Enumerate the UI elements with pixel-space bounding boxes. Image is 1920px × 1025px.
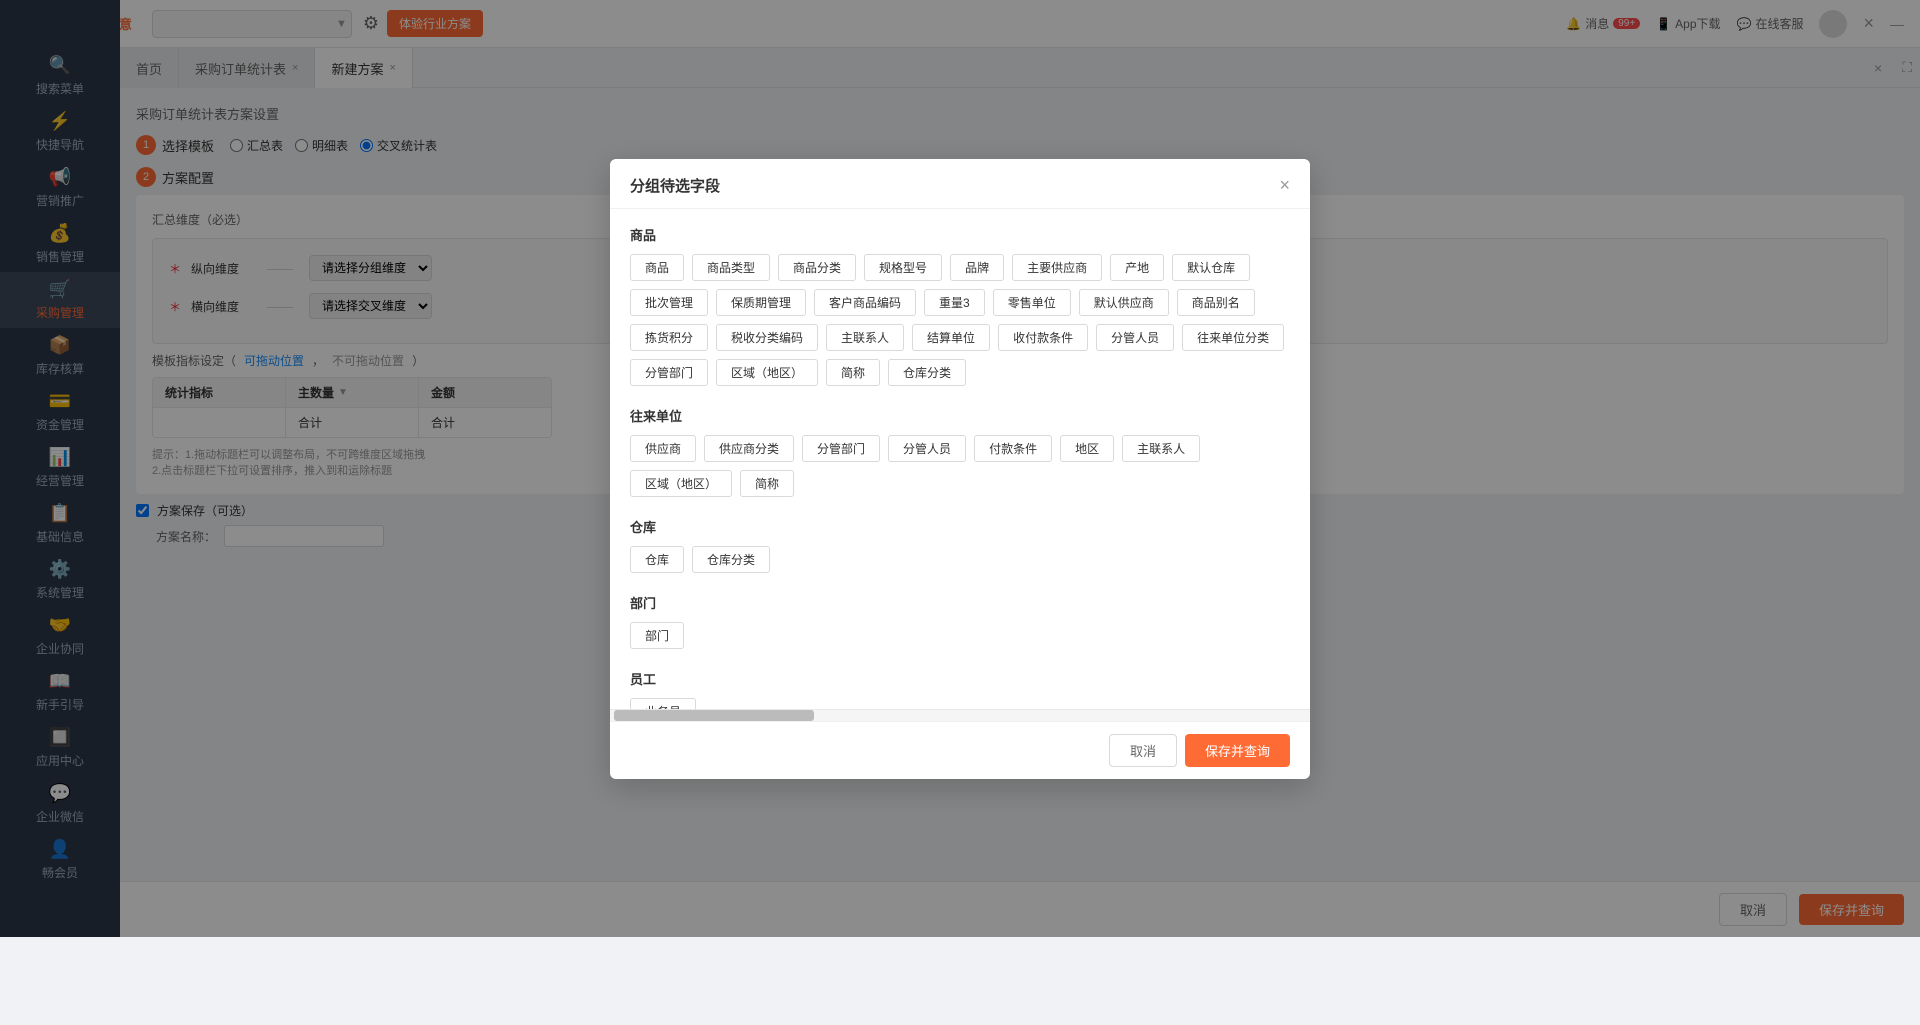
modal-save-btn[interactable]: 保存并查询 <box>1185 734 1290 767</box>
field-group-employee: 员工业务员 <box>630 669 1290 709</box>
field-tag[interactable]: 批次管理 <box>630 289 708 316</box>
field-tag[interactable]: 税收分类编码 <box>716 324 818 351</box>
field-group-title-department: 部门 <box>630 593 1290 612</box>
field-group-partner: 往来单位供应商供应商分类分管部门分管人员付款条件地区主联系人区域（地区） 简称 <box>630 406 1290 497</box>
field-tag[interactable]: 商品分类 <box>778 254 856 281</box>
field-tag[interactable]: 区域（地区） <box>630 470 732 497</box>
field-tag[interactable]: 商品别名 <box>1177 289 1255 316</box>
modal-footer: 取消 保存并查询 <box>610 721 1310 779</box>
field-group-warehouse: 仓库仓库仓库分类 <box>630 517 1290 573</box>
field-tag[interactable]: 默认供应商 <box>1079 289 1169 316</box>
modal-title: 分组待选字段 <box>630 175 720 196</box>
field-tag[interactable]: 仓库分类 <box>692 546 770 573</box>
field-group-product: 商品商品商品类型商品分类规格型号品牌主要供应商产地默认仓库批次管理保质期管理客户… <box>630 225 1290 386</box>
field-tag[interactable]: 零售单位 <box>993 289 1071 316</box>
modal: 分组待选字段 × 商品商品商品类型商品分类规格型号品牌主要供应商产地默认仓库批次… <box>610 159 1310 779</box>
field-tags-partner: 供应商供应商分类分管部门分管人员付款条件地区主联系人区域（地区） 简称 <box>630 435 1290 497</box>
field-tag[interactable]: 供应商 <box>630 435 696 462</box>
field-tag[interactable]: 仓库分类 <box>888 359 966 386</box>
field-tag[interactable]: 区域（地区） <box>716 359 818 386</box>
field-tag[interactable]: 往来单位分类 <box>1182 324 1284 351</box>
field-tag[interactable]: 主要供应商 <box>1012 254 1102 281</box>
field-tag[interactable]: 拣货积分 <box>630 324 708 351</box>
modal-close-btn[interactable]: × <box>1279 175 1290 196</box>
field-tag[interactable]: 重量3 <box>924 289 985 316</box>
modal-header: 分组待选字段 × <box>610 159 1310 209</box>
field-tag[interactable]: 供应商分类 <box>704 435 794 462</box>
field-tag[interactable]: 主联系人 <box>1122 435 1200 462</box>
field-tag[interactable]: 产地 <box>1110 254 1164 281</box>
field-tag[interactable]: 分管人员 <box>888 435 966 462</box>
field-group-department: 部门部门 <box>630 593 1290 649</box>
field-tags-department: 部门 <box>630 622 1290 649</box>
field-tag[interactable]: 仓库 <box>630 546 684 573</box>
field-group-title-product: 商品 <box>630 225 1290 244</box>
field-tag[interactable]: 业务员 <box>630 698 696 709</box>
field-tag[interactable]: 结算单位 <box>912 324 990 351</box>
modal-hscroll[interactable] <box>610 709 1310 721</box>
field-tags-employee: 业务员 <box>630 698 1290 709</box>
field-tag[interactable]: 客户商品编码 <box>814 289 916 316</box>
field-tag[interactable]: 主联系人 <box>826 324 904 351</box>
modal-body: 商品商品商品类型商品分类规格型号品牌主要供应商产地默认仓库批次管理保质期管理客户… <box>610 209 1310 709</box>
field-tag[interactable]: 分管部门 <box>630 359 708 386</box>
field-group-title-partner: 往来单位 <box>630 406 1290 425</box>
field-tag[interactable]: 商品类型 <box>692 254 770 281</box>
field-tag[interactable]: 收付款条件 <box>998 324 1088 351</box>
field-group-title-employee: 员工 <box>630 669 1290 688</box>
field-tag[interactable]: 地区 <box>1060 435 1114 462</box>
field-tag[interactable]: 简称 <box>740 470 794 497</box>
field-tag[interactable]: 简称 <box>826 359 880 386</box>
modal-cancel-btn[interactable]: 取消 <box>1109 734 1177 767</box>
field-tags-warehouse: 仓库仓库分类 <box>630 546 1290 573</box>
field-tag[interactable]: 部门 <box>630 622 684 649</box>
field-tag[interactable]: 默认仓库 <box>1172 254 1250 281</box>
field-tag[interactable]: 商品 <box>630 254 684 281</box>
field-tag[interactable]: 分管人员 <box>1096 324 1174 351</box>
field-tag[interactable]: 分管部门 <box>802 435 880 462</box>
field-tag[interactable]: 保质期管理 <box>716 289 806 316</box>
modal-overlay: 分组待选字段 × 商品商品商品类型商品分类规格型号品牌主要供应商产地默认仓库批次… <box>0 0 1920 937</box>
field-tag[interactable]: 付款条件 <box>974 435 1052 462</box>
field-tags-product: 商品商品类型商品分类规格型号品牌主要供应商产地默认仓库批次管理保质期管理客户商品… <box>630 254 1290 386</box>
field-tag[interactable]: 规格型号 <box>864 254 942 281</box>
field-group-title-warehouse: 仓库 <box>630 517 1290 536</box>
field-tag[interactable]: 品牌 <box>950 254 1004 281</box>
